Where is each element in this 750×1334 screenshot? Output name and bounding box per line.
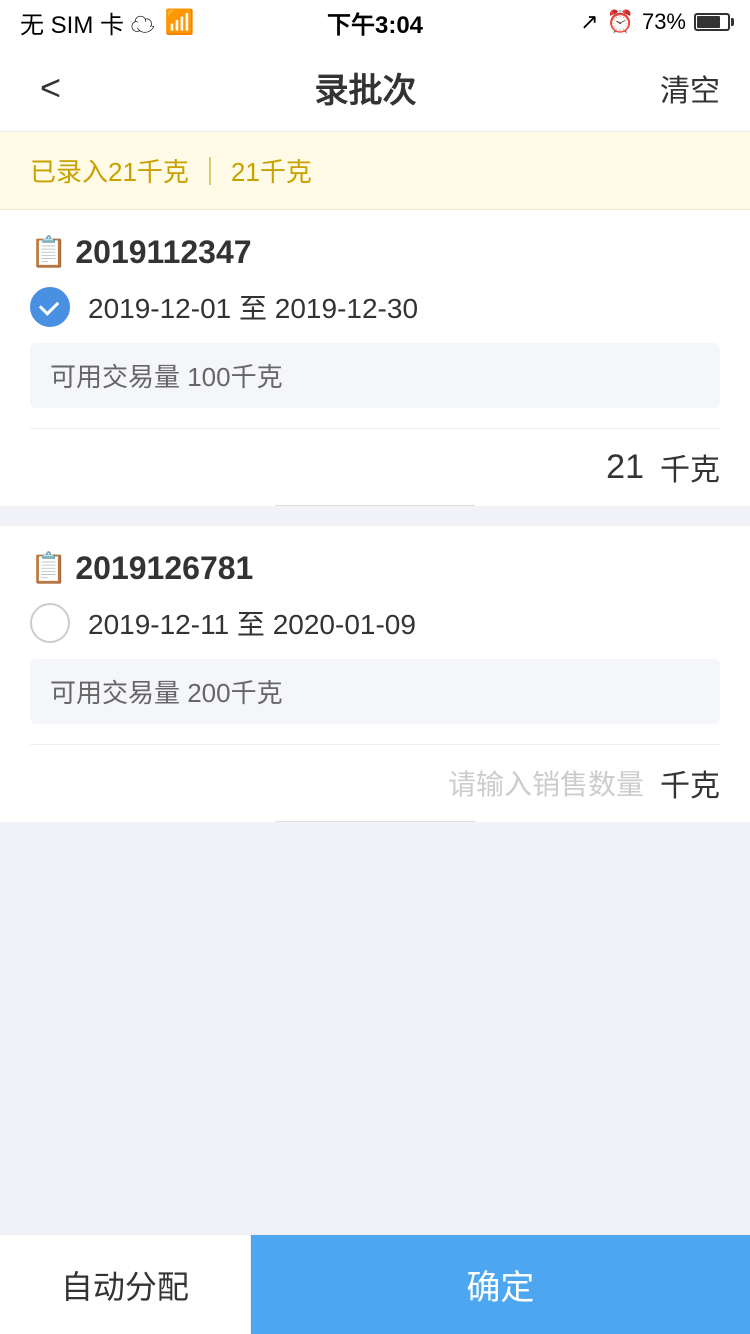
total-amount: 21千克 bbox=[231, 152, 312, 189]
info-banner: 已录入21千克 21千克 bbox=[0, 132, 750, 210]
batch2-header: 📋 2019126781 bbox=[30, 550, 720, 587]
alarm-icon: ⏰ bbox=[607, 9, 634, 35]
batch1-quantity-value: 21 bbox=[606, 448, 644, 487]
batch2-date-range: 2019-12-11 至 2020-01-09 bbox=[88, 603, 416, 643]
batch2-icon: 📋 bbox=[30, 551, 67, 586]
batch1-date-row: 2019-12-01 至 2019-12-30 bbox=[30, 287, 720, 327]
nav-title: 录批次 bbox=[315, 63, 417, 112]
batch1-date-range: 2019-12-01 至 2019-12-30 bbox=[88, 287, 418, 327]
batch1-icon: 📋 bbox=[30, 235, 67, 270]
battery-icon bbox=[694, 13, 730, 31]
status-bar: 无 SIM 卡 ☁ 📶 下午3:04 ↗ ⏰ 73% bbox=[0, 0, 750, 44]
back-button[interactable]: < bbox=[30, 57, 71, 119]
status-time: 下午3:04 bbox=[327, 5, 423, 40]
location-icon: ↗ bbox=[580, 9, 598, 35]
confirm-button[interactable]: 确定 bbox=[251, 1235, 750, 1334]
batch-card-2: 📋 2019126781 2019-12-11 至 2020-01-09 可用交… bbox=[0, 526, 750, 822]
entered-amount: 已录入21千克 bbox=[30, 152, 189, 189]
batch-card-1: 📋 2019112347 2019-12-01 至 2019-12-30 可用交… bbox=[0, 210, 750, 506]
status-left: 无 SIM 卡 ☁ 📶 bbox=[20, 5, 195, 40]
batch2-radio[interactable] bbox=[30, 603, 70, 643]
battery-percent: 73% bbox=[642, 9, 686, 35]
batch1-available: 可用交易量 100千克 bbox=[30, 343, 720, 408]
bottom-area bbox=[0, 822, 750, 1222]
batch1-header: 📋 2019112347 bbox=[30, 234, 720, 271]
auto-distribute-button[interactable]: 自动分配 bbox=[0, 1235, 251, 1334]
batch1-quantity-unit: 千克 bbox=[660, 445, 720, 489]
footer: 自动分配 确定 bbox=[0, 1234, 750, 1334]
batch2-quantity-row: 请输入销售数量 千克 bbox=[30, 744, 720, 821]
batch2-available: 可用交易量 200千克 bbox=[30, 659, 720, 724]
clear-button[interactable]: 清空 bbox=[660, 66, 720, 110]
batch2-input-placeholder: 请输入销售数量 bbox=[448, 763, 644, 803]
info-divider bbox=[209, 157, 211, 185]
batch1-number: 2019112347 bbox=[75, 234, 251, 271]
batch2-number: 2019126781 bbox=[75, 550, 253, 587]
nav-bar: < 录批次 清空 bbox=[0, 44, 750, 132]
sim-label: 无 SIM 卡 ☁ bbox=[20, 5, 155, 40]
wifi-icon: 📶 bbox=[165, 8, 195, 37]
batch1-quantity-row: 21 千克 bbox=[30, 428, 720, 505]
batch1-radio[interactable] bbox=[30, 287, 70, 327]
batch2-quantity-unit: 千克 bbox=[660, 761, 720, 805]
batch2-date-row: 2019-12-11 至 2020-01-09 bbox=[30, 603, 720, 643]
card-separator-1 bbox=[0, 506, 750, 526]
status-right: ↗ ⏰ 73% bbox=[580, 9, 730, 35]
